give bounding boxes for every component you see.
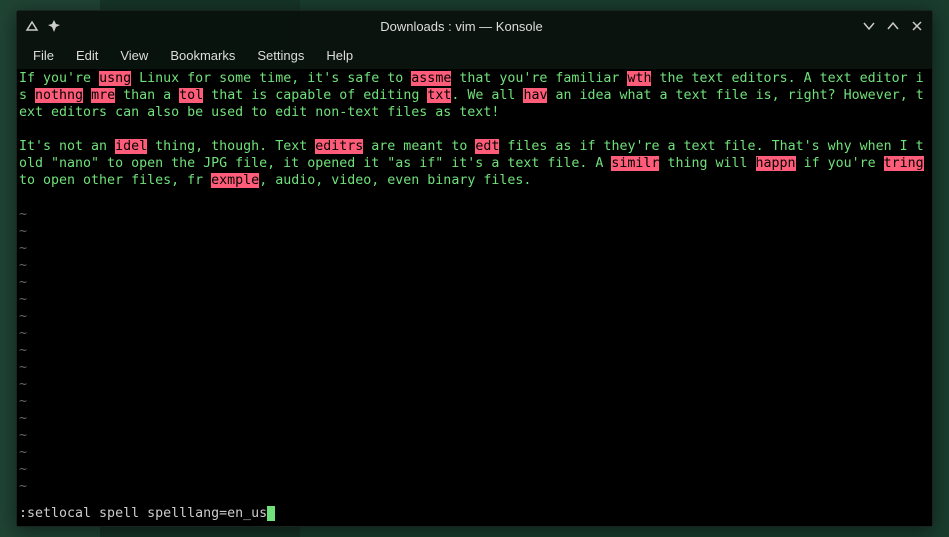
menu-settings[interactable]: Settings xyxy=(247,44,314,67)
spell-error-word: editrs xyxy=(315,139,363,154)
spell-error-word: similr xyxy=(611,156,659,171)
menu-view[interactable]: View xyxy=(110,44,158,67)
text-span: than a xyxy=(115,88,179,103)
spell-error-word: txt xyxy=(427,88,451,103)
spell-error-word: tol xyxy=(179,88,203,103)
vim-text-paragraph-1: If you're usng Linux for some time, it's… xyxy=(19,71,924,120)
app-menu-icon[interactable] xyxy=(25,19,39,33)
spell-error-word: exmple xyxy=(211,173,259,188)
text-span: that you're familiar xyxy=(451,71,627,86)
spell-error-word: idel xyxy=(115,139,147,154)
spell-error-word: mre xyxy=(91,88,115,103)
tilde-line: ~ xyxy=(19,292,27,307)
spell-error-word: tring xyxy=(884,156,924,171)
spell-error-word: edt xyxy=(475,139,499,154)
text-span: If you're xyxy=(19,71,99,86)
text-span: . We all xyxy=(451,88,523,103)
spell-error-word: wth xyxy=(627,71,651,86)
window-title: Downloads : vim — Konsole xyxy=(61,19,862,34)
menubar: File Edit View Bookmarks Settings Help xyxy=(17,41,932,69)
tilde-line: ~ xyxy=(19,224,27,239)
menu-file[interactable]: File xyxy=(23,44,64,67)
tilde-line: ~ xyxy=(19,411,27,426)
tilde-line: ~ xyxy=(19,445,27,460)
tilde-line: ~ xyxy=(19,343,27,358)
minimize-icon[interactable] xyxy=(862,19,876,33)
maximize-icon[interactable] xyxy=(886,19,900,33)
tilde-line: ~ xyxy=(19,207,27,222)
terminal-area[interactable]: If you're usng Linux for some time, it's… xyxy=(17,69,932,526)
tilde-line: ~ xyxy=(19,479,27,494)
text-span: thing, though. Text xyxy=(147,139,315,154)
menu-edit[interactable]: Edit xyxy=(66,44,108,67)
menu-help[interactable]: Help xyxy=(316,44,363,67)
spell-error-word: assme xyxy=(411,71,451,86)
tilde-line: ~ xyxy=(19,428,27,443)
text-span: , audio, video, even binary files. xyxy=(259,173,531,188)
tilde-line: ~ xyxy=(19,258,27,273)
tilde-line: ~ xyxy=(19,326,27,341)
spell-error-word: nothng xyxy=(35,88,83,103)
titlebar: Downloads : vim — Konsole xyxy=(17,11,932,41)
text-span: that is capable of editing xyxy=(203,88,427,103)
text-span: It's not an xyxy=(19,139,115,154)
tilde-line: ~ xyxy=(19,377,27,392)
text-span: Linux for some time, it's safe to xyxy=(131,71,411,86)
tilde-line: ~ xyxy=(19,275,27,290)
vim-text-paragraph-2: It's not an idel thing, though. Text edi… xyxy=(19,139,932,188)
text-span xyxy=(83,88,91,103)
tilde-line: ~ xyxy=(19,394,27,409)
spell-error-word: happn xyxy=(756,156,796,171)
cursor xyxy=(267,506,275,521)
text-span: are meant to xyxy=(363,139,475,154)
command-text: :setlocal spell spelllang=en_us xyxy=(19,506,267,521)
tilde-line: ~ xyxy=(19,241,27,256)
text-span: thing will xyxy=(659,156,755,171)
tilde-line: ~ xyxy=(19,462,27,477)
konsole-window: Downloads : vim — Konsole File Edit View… xyxy=(16,10,933,527)
close-icon[interactable] xyxy=(910,19,924,33)
spell-error-word: usng xyxy=(99,71,131,86)
pin-icon[interactable] xyxy=(47,19,61,33)
text-span: if you're xyxy=(796,156,884,171)
vim-empty-lines: ~ ~ ~ ~ ~ ~ ~ ~ ~ ~ ~ ~ ~ ~ ~ ~ ~ xyxy=(19,207,27,494)
menu-bookmarks[interactable]: Bookmarks xyxy=(160,44,245,67)
vim-command-line[interactable]: :setlocal spell spelllang=en_us xyxy=(19,505,275,522)
spell-error-word: hav xyxy=(523,88,547,103)
blank-line xyxy=(19,122,27,137)
tilde-line: ~ xyxy=(19,309,27,324)
tilde-line: ~ xyxy=(19,360,27,375)
